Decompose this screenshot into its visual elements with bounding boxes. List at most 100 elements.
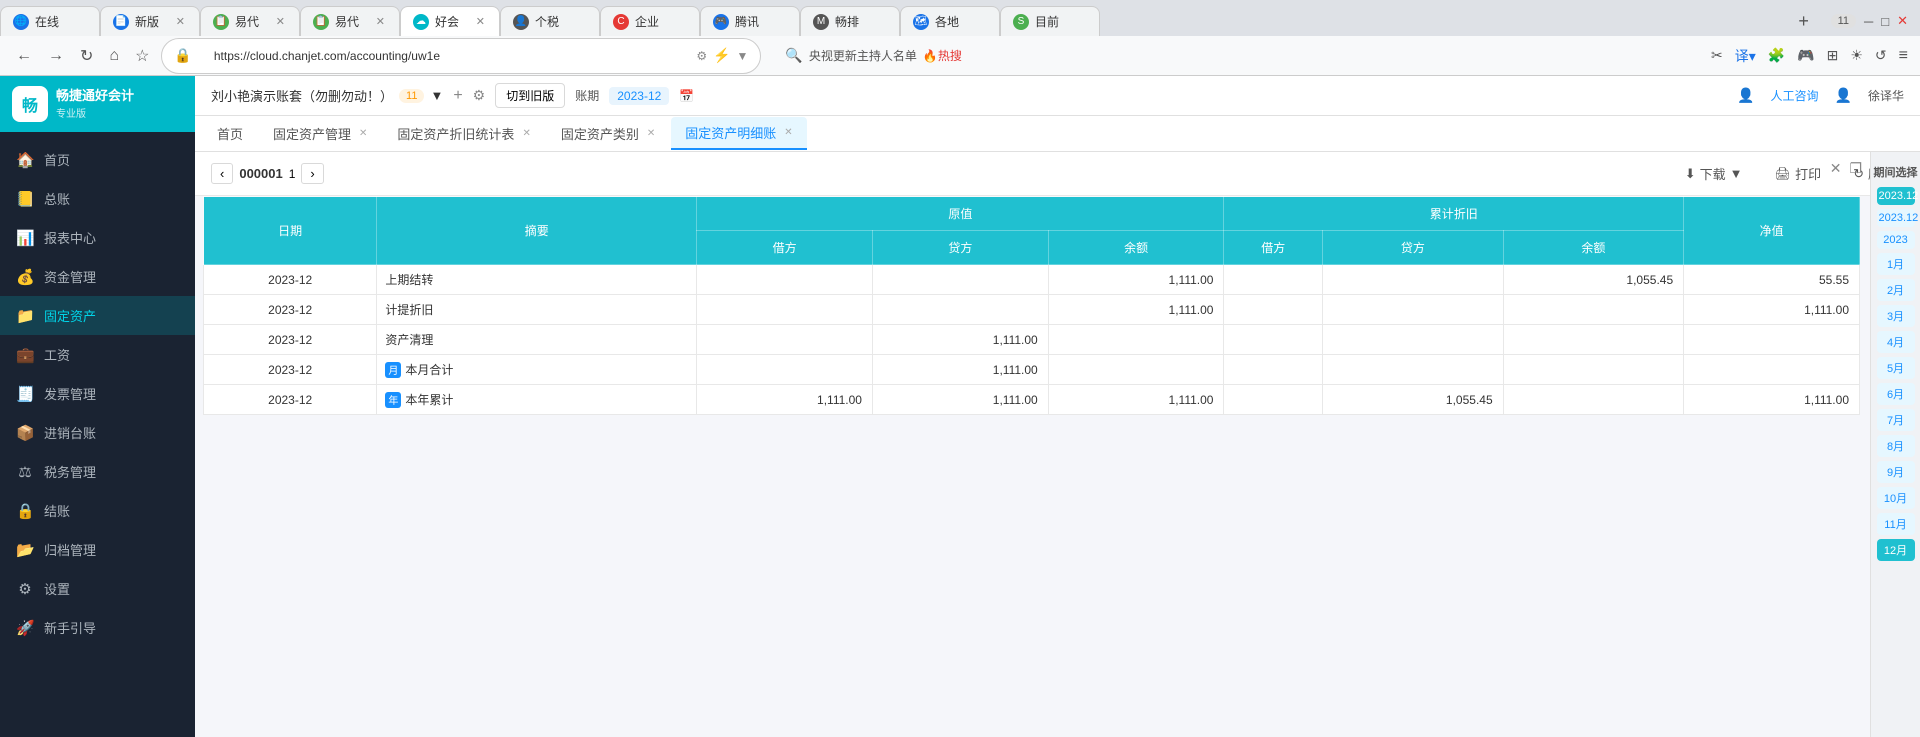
- date-badge-11[interactable]: 9月: [1877, 461, 1915, 483]
- browser-tab-tab11[interactable]: S 目前: [1000, 6, 1100, 36]
- browser-tab-tab3[interactable]: 📋 易代 ✕: [200, 6, 300, 36]
- sidebar: 畅 畅捷通好会计 专业版 🏠 首页📒 总账📊 报表中心💰 资金管理📁 固定资产💼…: [0, 76, 195, 737]
- ledger-toolbar: ‹ 000001 1 › ⬇ 下载 ▼ 🖨 打印: [195, 152, 1920, 196]
- date-badge-12[interactable]: 10月: [1877, 487, 1915, 509]
- grid-icon[interactable]: ⊞: [1827, 47, 1839, 64]
- date-badge-0[interactable]: 2023.12: [1877, 187, 1915, 205]
- content-close-btn[interactable]: ✕: [1830, 160, 1842, 177]
- browser-tab-tab8[interactable]: 🎮 腾讯: [700, 6, 800, 36]
- sidebar-item-archive[interactable]: 📂 归档管理: [0, 530, 195, 569]
- tab-close-tab2[interactable]: ✕: [174, 13, 187, 30]
- period-label: 账期: [575, 87, 599, 104]
- browser-tab-tab6[interactable]: 👤 个税: [500, 6, 600, 36]
- gamepad-icon[interactable]: 🎮: [1797, 47, 1814, 64]
- back-button[interactable]: ←: [12, 43, 36, 69]
- browser-tab-tab2[interactable]: 📄 新版 ✕: [100, 6, 200, 36]
- calendar-icon[interactable]: 📅: [679, 89, 694, 103]
- download-btn[interactable]: ⬇ 下载 ▼: [1675, 160, 1753, 187]
- date-badge-4[interactable]: 2月: [1877, 279, 1915, 301]
- page-tab-category[interactable]: 固定资产类别 ✕: [547, 118, 669, 149]
- minimize-btn[interactable]: ─: [1864, 14, 1873, 29]
- sidebar-item-funds[interactable]: 💰 资金管理: [0, 257, 195, 296]
- url-input[interactable]: [198, 42, 690, 70]
- menu-icon[interactable]: ≡: [1899, 47, 1908, 65]
- page-tab-close-depreciation[interactable]: ✕: [522, 128, 530, 139]
- tab-close-tab5[interactable]: ✕: [474, 13, 487, 30]
- home-button[interactable]: ⌂: [105, 43, 123, 69]
- dropdown-icon[interactable]: ▼: [737, 49, 749, 63]
- sidebar-label-inventory: 进销台账: [44, 423, 96, 442]
- restore-btn[interactable]: □: [1881, 14, 1889, 29]
- page-tab-depreciation[interactable]: 固定资产折旧统计表 ✕: [383, 118, 544, 149]
- date-badge-7[interactable]: 5月: [1877, 357, 1915, 379]
- sidebar-icon-guide: 🚀: [16, 619, 34, 637]
- help-text[interactable]: 人工咨询: [1771, 87, 1819, 104]
- sidebar-item-inventory[interactable]: 📦 进销台账: [0, 413, 195, 452]
- settings-btn[interactable]: ⚙: [473, 87, 486, 104]
- close-window-btn[interactable]: ✕: [1897, 13, 1908, 29]
- page-tab-detail[interactable]: 固定资产明细账 ✕: [671, 117, 806, 150]
- cell-balance2-4: [1503, 385, 1684, 415]
- reload-button[interactable]: ↻: [76, 42, 97, 70]
- sidebar-item-salary[interactable]: 💼 工资: [0, 335, 195, 374]
- browser-tab-tab10[interactable]: 🗺 各地: [900, 6, 1000, 36]
- company-selector[interactable]: 刘小艳演示账套（勿删勿动！） 11 ▼: [211, 86, 443, 105]
- forward-button[interactable]: →: [44, 43, 68, 69]
- tab-close-tab3[interactable]: ✕: [274, 13, 287, 30]
- new-tab-button[interactable]: +: [1789, 6, 1819, 36]
- browser-tab-tab9[interactable]: M 畅排: [800, 6, 900, 36]
- sidebar-item-ledger[interactable]: 📒 总账: [0, 179, 195, 218]
- date-badge-5[interactable]: 3月: [1877, 305, 1915, 327]
- undo-icon[interactable]: ↺: [1875, 47, 1887, 64]
- page-tab-close-fixed_mgmt[interactable]: ✕: [359, 128, 367, 139]
- browser-tab-tab7[interactable]: C 企业: [600, 6, 700, 36]
- cell-credit2-0: [1323, 265, 1504, 295]
- ledger-table: 日期 摘要 原值 累计折旧 净值 借方 贷方 余额 借方 贷方 余额: [203, 196, 1860, 415]
- sidebar-label-closing: 结账: [44, 501, 70, 520]
- sidebar-item-tax[interactable]: ⚖ 税务管理: [0, 452, 195, 491]
- page-tab-fixed_mgmt[interactable]: 固定资产管理 ✕: [259, 118, 381, 149]
- sidebar-item-closing[interactable]: 🔒 结账: [0, 491, 195, 530]
- sidebar-item-reports[interactable]: 📊 报表中心: [0, 218, 195, 257]
- sun-icon[interactable]: ☀: [1850, 47, 1863, 64]
- extension2-icon[interactable]: 🧩: [1768, 47, 1785, 64]
- sidebar-item-invoice[interactable]: 🧾 发票管理: [0, 374, 195, 413]
- prev-page-btn[interactable]: ‹: [211, 163, 233, 184]
- cell-date-3: 2023-12: [204, 355, 377, 385]
- date-badge-8[interactable]: 6月: [1877, 383, 1915, 405]
- switch-version-btn[interactable]: 切到旧版: [495, 83, 565, 108]
- page-tab-home[interactable]: 首页: [203, 118, 257, 149]
- cell-credit1-0: [872, 265, 1048, 295]
- bookmark-button[interactable]: ☆: [131, 42, 153, 70]
- sidebar-item-settings[interactable]: ⚙ 设置: [0, 569, 195, 608]
- add-company-btn[interactable]: +: [453, 87, 462, 105]
- hot-search-badge[interactable]: 🔥热搜: [923, 47, 962, 64]
- tab-close-tab4[interactable]: ✕: [374, 13, 387, 30]
- browser-tab-tab5[interactable]: ☁ 好会 ✕: [400, 6, 500, 36]
- sidebar-item-home[interactable]: 🏠 首页: [0, 140, 195, 179]
- sidebar-item-guide[interactable]: 🚀 新手引导: [0, 608, 195, 647]
- page-tab-close-detail[interactable]: ✕: [784, 127, 792, 138]
- browser-tab-tab1[interactable]: 🌐 在线: [0, 6, 100, 36]
- date-badge-2[interactable]: 2023: [1877, 231, 1915, 249]
- translate-icon[interactable]: 译▾: [1735, 46, 1756, 66]
- sidebar-item-fixed_assets[interactable]: 📁 固定资产: [0, 296, 195, 335]
- date-badge-14[interactable]: 12月: [1877, 539, 1915, 561]
- scissors-icon[interactable]: ✂: [1711, 47, 1723, 64]
- page-tab-close-category[interactable]: ✕: [647, 128, 655, 139]
- cell-date-0: 2023-12: [204, 265, 377, 295]
- date-badge-10[interactable]: 8月: [1877, 435, 1915, 457]
- date-badge-1[interactable]: 2023.12: [1877, 209, 1915, 227]
- pagination-ctrl: ‹ 000001 1 ›: [211, 163, 324, 184]
- date-badge-13[interactable]: 11月: [1877, 513, 1915, 535]
- content-expand-btn[interactable]: ❐: [1849, 160, 1862, 177]
- period-badge[interactable]: 2023-12: [609, 87, 669, 105]
- window-controls: ✕ ❐: [1822, 152, 1870, 185]
- next-page-btn[interactable]: ›: [301, 163, 323, 184]
- browser-tab-tab4[interactable]: 📋 易代 ✕: [300, 6, 400, 36]
- date-badge-3[interactable]: 1月: [1877, 253, 1915, 275]
- date-badge-9[interactable]: 7月: [1877, 409, 1915, 431]
- cell-summary-2: 资产清理: [377, 325, 697, 355]
- date-badge-6[interactable]: 4月: [1877, 331, 1915, 353]
- sidebar-label-home: 首页: [44, 150, 70, 169]
